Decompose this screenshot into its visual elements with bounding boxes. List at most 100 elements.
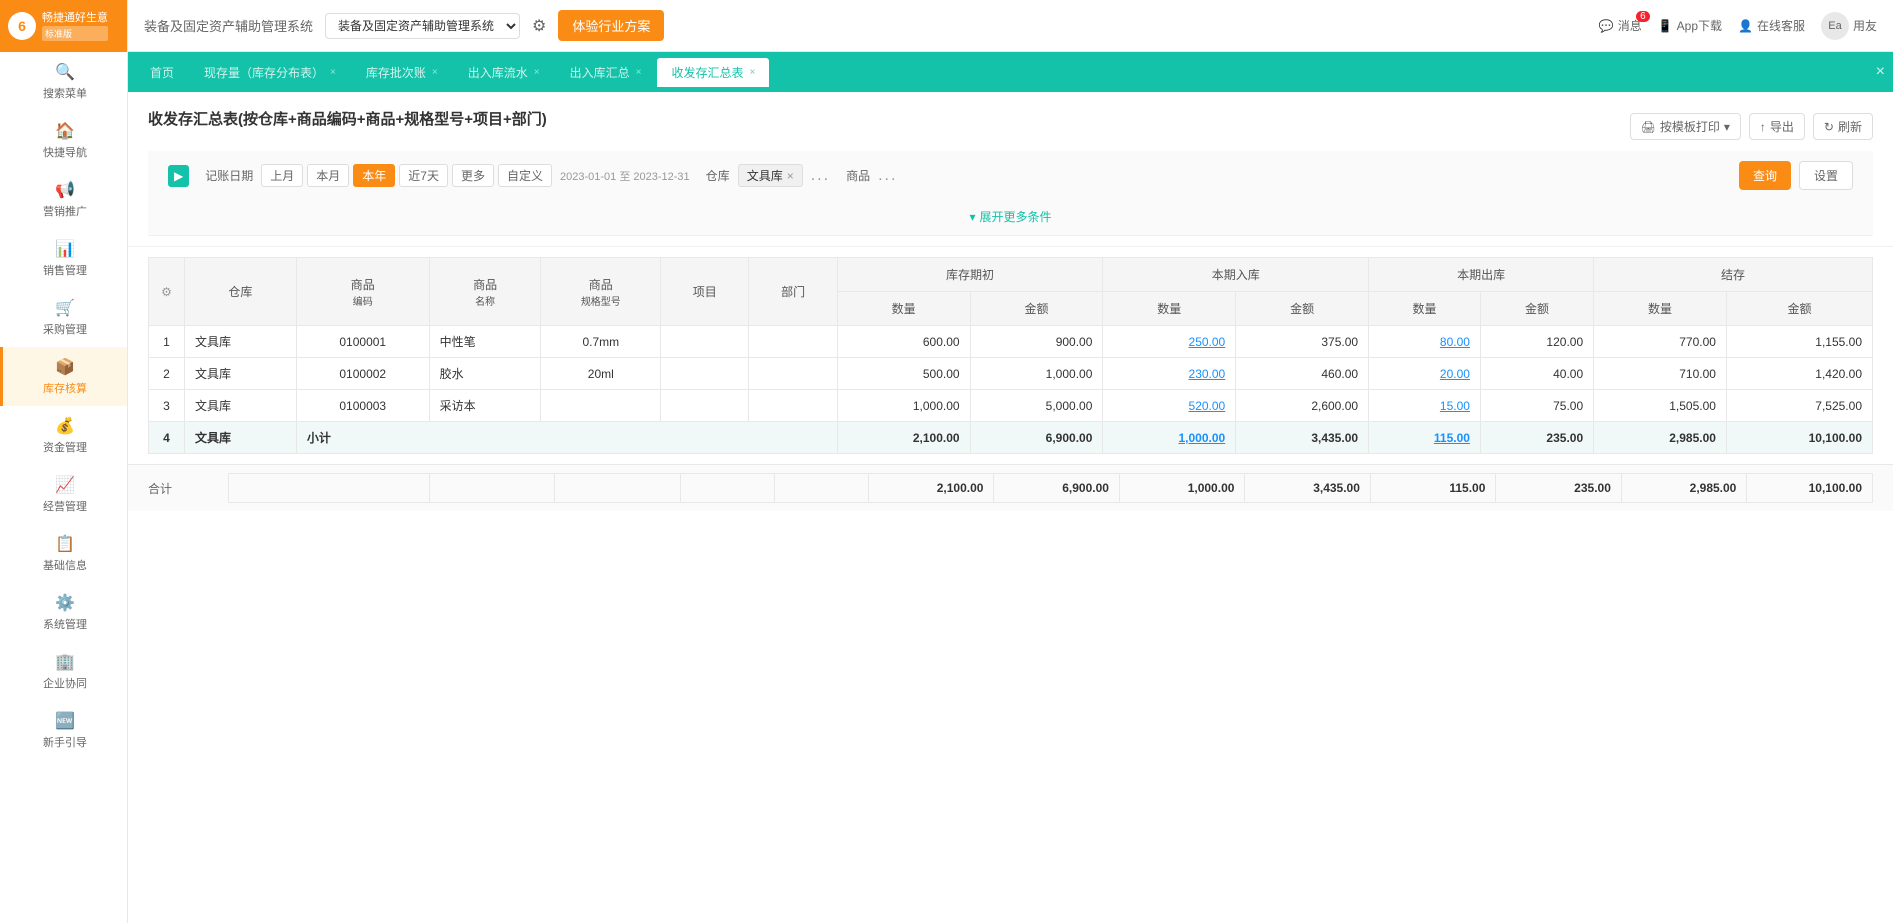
sidebar-item-corp[interactable]: 🏢 企业协同 bbox=[0, 642, 127, 701]
row1-warehouse: 文具库 bbox=[185, 326, 297, 358]
sidebar-item-sales[interactable]: 📊 销售管理 bbox=[0, 229, 127, 288]
date-btn-more[interactable]: 更多 bbox=[452, 164, 494, 187]
app-download-btn[interactable]: 📱 App下载 bbox=[1658, 17, 1722, 34]
th-settings[interactable]: ⚙ bbox=[149, 258, 185, 326]
sidebar-item-marketing-label: 营销推广 bbox=[43, 203, 87, 219]
row3-spec bbox=[541, 390, 661, 422]
sidebar-item-quick[interactable]: 🏠 快捷导航 bbox=[0, 111, 127, 170]
th-project: 项目 bbox=[661, 258, 749, 326]
row1-in-qty-link[interactable]: 250.00 bbox=[1189, 335, 1226, 349]
print-label: 按模板打印 bbox=[1660, 118, 1720, 135]
tab-stock-dist-close[interactable]: × bbox=[330, 67, 336, 78]
tab-batch-close[interactable]: × bbox=[432, 67, 438, 78]
content-header: 收发存汇总表(按仓库+商品编码+商品+规格型号+项目+部门) 🖨 按模板打印 ▾… bbox=[128, 92, 1893, 247]
row2-spec: 20ml bbox=[541, 358, 661, 390]
sidebar-item-guide-label: 新手引导 bbox=[43, 734, 87, 750]
row2-in-qty[interactable]: 230.00 bbox=[1103, 358, 1236, 390]
row1-code: 0100001 bbox=[296, 326, 429, 358]
subtotal-in-qty[interactable]: 1,000.00 bbox=[1103, 422, 1236, 454]
sidebar-item-purchase[interactable]: 🛒 采购管理 bbox=[0, 288, 127, 347]
total-open-amt: 6,900.00 bbox=[994, 474, 1119, 503]
table-subtotal-row: 4 文具库 小计 2,100.00 6,900.00 1,000.00 3,43… bbox=[149, 422, 1873, 454]
message-btn[interactable]: 💬 消息 6 bbox=[1599, 17, 1642, 34]
settings-btn[interactable]: 设置 bbox=[1799, 161, 1853, 190]
sidebar-item-system[interactable]: ⚙️ 系统管理 bbox=[0, 583, 127, 642]
user-area[interactable]: Ea 用友 bbox=[1821, 12, 1877, 40]
sidebar-item-marketing[interactable]: 📢 营销推广 bbox=[0, 170, 127, 229]
online-service-btn[interactable]: 👤 在线客服 bbox=[1738, 17, 1805, 34]
content-area: 收发存汇总表(按仓库+商品编码+商品+规格型号+项目+部门) 🖨 按模板打印 ▾… bbox=[128, 92, 1893, 923]
date-btn-thisyear[interactable]: 本年 bbox=[353, 164, 395, 187]
row3-in-qty-link[interactable]: 520.00 bbox=[1189, 399, 1226, 413]
logo-text: 畅捷通好生意 bbox=[42, 11, 108, 25]
system-selector[interactable]: 装备及固定资产辅助管理系统 bbox=[325, 13, 520, 39]
sidebar-item-basic[interactable]: 📋 基础信息 bbox=[0, 524, 127, 583]
goods-more-btn[interactable]: ... bbox=[878, 167, 897, 185]
experience-btn[interactable]: 体验行业方案 bbox=[558, 10, 664, 41]
warehouse-tag-close[interactable]: × bbox=[787, 169, 794, 183]
date-range-display: 2023-01-01 至 2023-12-31 bbox=[560, 168, 690, 184]
subtotal-in-qty-link[interactable]: 1,000.00 bbox=[1179, 431, 1226, 445]
row3-out-qty-link[interactable]: 15.00 bbox=[1440, 399, 1470, 413]
sidebar-item-operation[interactable]: 📈 经营管理 bbox=[0, 465, 127, 524]
tabs-bar: 首页 现存量（库存分布表） × 库存批次账 × 出入库流水 × 出入库汇总 × … bbox=[128, 52, 1893, 92]
tab-inout-summary[interactable]: 出入库汇总 × bbox=[556, 58, 656, 87]
message-badge: 6 bbox=[1636, 11, 1650, 22]
query-btn[interactable]: 查询 bbox=[1739, 161, 1791, 190]
date-btn-lastmonth[interactable]: 上月 bbox=[261, 164, 303, 187]
export-btn[interactable]: ↑ 导出 bbox=[1749, 113, 1805, 140]
refresh-btn[interactable]: ↻ 刷新 bbox=[1813, 113, 1873, 140]
date-btn-custom[interactable]: 自定义 bbox=[498, 164, 552, 187]
tab-inout-flow-close[interactable]: × bbox=[534, 67, 540, 78]
th-opening: 库存期初 bbox=[837, 258, 1103, 292]
data-table: ⚙ 仓库 商品编码 商品名称 商品规格型号 项目 部门 库存期初 本期入库 本期… bbox=[148, 257, 1873, 454]
row1-close-amt: 1,155.00 bbox=[1726, 326, 1872, 358]
print-btn[interactable]: 🖨 按模板打印 ▾ bbox=[1630, 113, 1741, 140]
row1-out-qty-link[interactable]: 80.00 bbox=[1440, 335, 1470, 349]
row2-code: 0100002 bbox=[296, 358, 429, 390]
sidebar-item-finance[interactable]: 💰 资金管理 bbox=[0, 406, 127, 465]
row1-out-qty[interactable]: 80.00 bbox=[1369, 326, 1481, 358]
subtotal-out-qty-link[interactable]: 115.00 bbox=[1434, 431, 1470, 445]
th-closing-amt: 金额 bbox=[1726, 292, 1872, 326]
tab-recv-send-close[interactable]: × bbox=[749, 67, 755, 78]
row1-in-qty[interactable]: 250.00 bbox=[1103, 326, 1236, 358]
tab-home[interactable]: 首页 bbox=[136, 58, 188, 87]
row2-close-qty: 710.00 bbox=[1594, 358, 1727, 390]
chevron-down-icon: ▾ bbox=[1724, 120, 1730, 134]
row3-name: 采访本 bbox=[429, 390, 541, 422]
row2-in-qty-link[interactable]: 230.00 bbox=[1189, 367, 1226, 381]
row2-dept bbox=[749, 358, 837, 390]
row2-out-qty[interactable]: 20.00 bbox=[1369, 358, 1481, 390]
row3-project bbox=[661, 390, 749, 422]
row1-open-amt: 900.00 bbox=[970, 326, 1103, 358]
row3-in-qty[interactable]: 520.00 bbox=[1103, 390, 1236, 422]
subtotal-out-qty[interactable]: 115.00 bbox=[1369, 422, 1481, 454]
expand-conditions-btn[interactable]: ▾ 展开更多条件 bbox=[969, 208, 1051, 225]
sidebar-item-guide[interactable]: 🆕 新手引导 bbox=[0, 701, 127, 760]
tab-inout-flow[interactable]: 出入库流水 × bbox=[454, 58, 554, 87]
table-settings-icon[interactable]: ⚙ bbox=[161, 285, 172, 299]
filter-toggle-btn[interactable]: ▶ bbox=[168, 165, 189, 187]
tab-stock-dist[interactable]: 现存量（库存分布表） × bbox=[190, 58, 350, 87]
tabs-close-all-btn[interactable]: × bbox=[1876, 63, 1885, 81]
date-btn-7days[interactable]: 近7天 bbox=[399, 164, 448, 187]
sidebar-item-sales-label: 销售管理 bbox=[43, 262, 87, 278]
date-btn-thismonth[interactable]: 本月 bbox=[307, 164, 349, 187]
tab-recv-send[interactable]: 收发存汇总表 × bbox=[657, 58, 769, 87]
tab-batch[interactable]: 库存批次账 × bbox=[352, 58, 452, 87]
gear-icon[interactable]: ⚙ bbox=[532, 16, 546, 36]
tab-inout-summary-close[interactable]: × bbox=[636, 67, 642, 78]
th-goods-code: 商品编码 bbox=[296, 258, 429, 326]
sidebar-item-search[interactable]: 🔍 搜索菜单 bbox=[0, 52, 127, 111]
warehouse-tag[interactable]: 文具库 × bbox=[738, 164, 803, 187]
th-inbound-qty: 数量 bbox=[1103, 292, 1236, 326]
row3-out-qty[interactable]: 15.00 bbox=[1369, 390, 1481, 422]
goods-label: 商品 bbox=[846, 167, 870, 184]
sidebar-item-inventory[interactable]: 📦 库存核算 bbox=[0, 347, 127, 406]
row2-out-qty-link[interactable]: 20.00 bbox=[1440, 367, 1470, 381]
filter-bar: ▶ 记账日期 上月 本月 本年 近7天 更多 自定义 2023-01-01 至 … bbox=[148, 151, 1873, 236]
warehouse-more-btn[interactable]: ... bbox=[811, 167, 830, 185]
row2-warehouse: 文具库 bbox=[185, 358, 297, 390]
header-top-row: 收发存汇总表(按仓库+商品编码+商品+规格型号+项目+部门) 🖨 按模板打印 ▾… bbox=[148, 108, 1873, 141]
